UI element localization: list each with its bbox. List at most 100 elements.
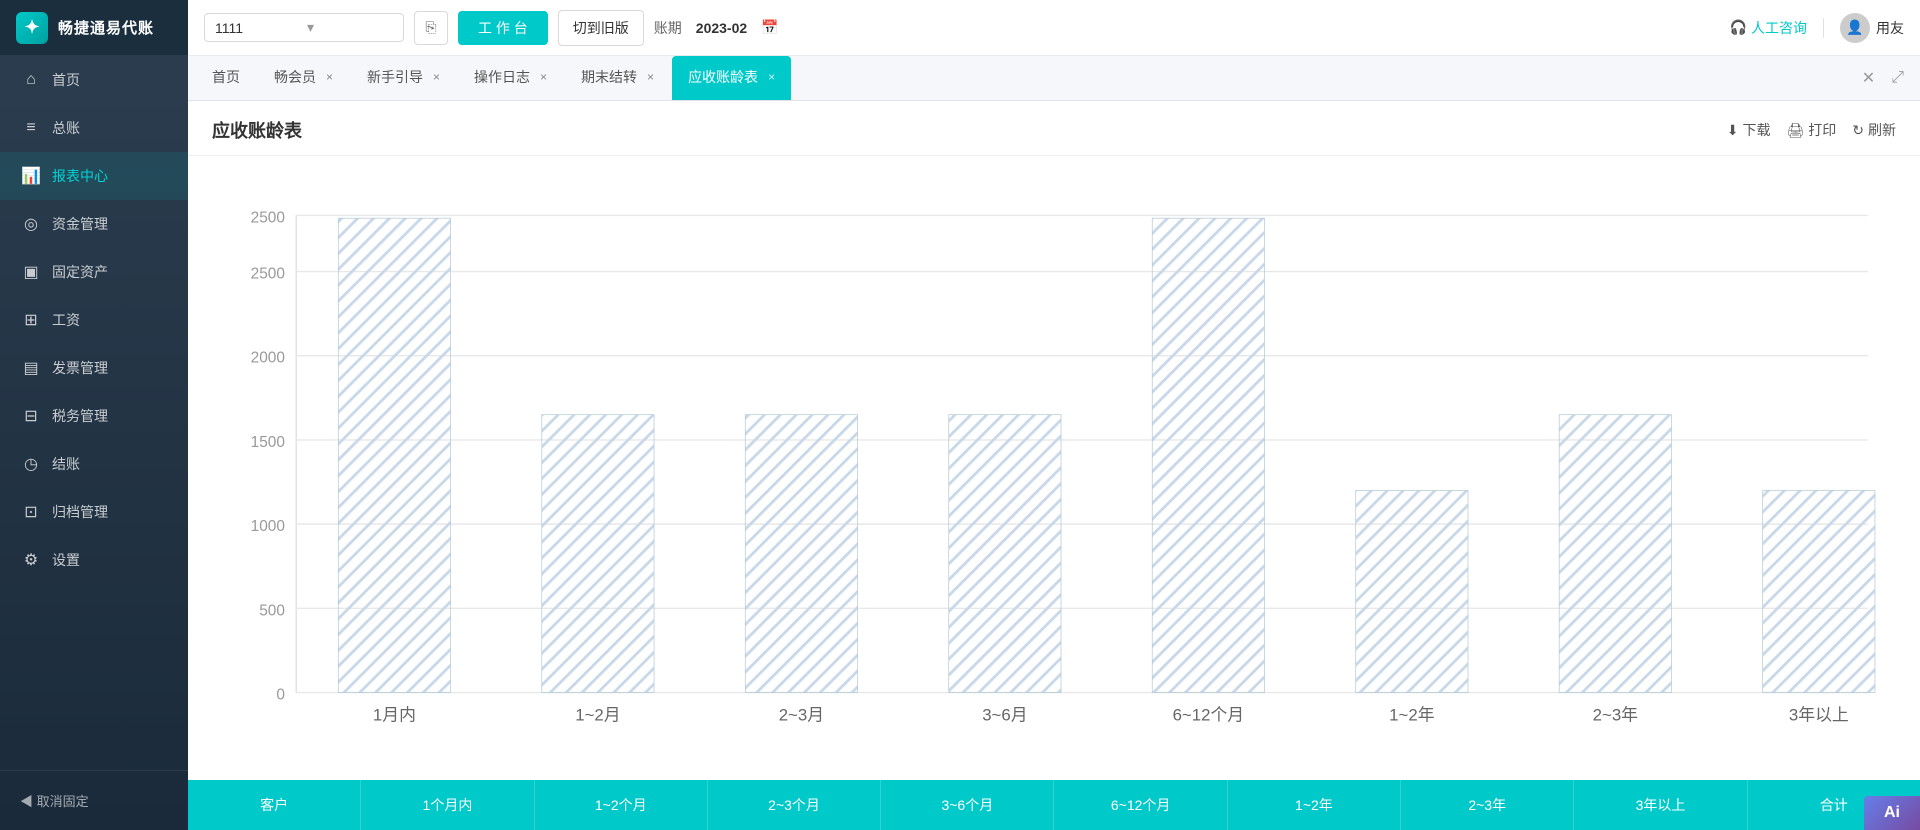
tab-close-aging[interactable]: ×	[768, 70, 775, 84]
switch-old-button[interactable]: 切到旧版	[558, 10, 644, 46]
svg-text:3年以上: 3年以上	[1789, 706, 1849, 725]
bar-month23	[745, 415, 857, 693]
tabs-container: 首页畅会员×新手引导×操作日志×期末结转×应收账龄表×	[196, 56, 791, 100]
topbar-divider	[1823, 18, 1824, 38]
th-year3plus: 3年以上	[1574, 780, 1747, 830]
table-header: 客户1个月内1~2个月2~3个月3~6个月6~12个月1~2年2~3年3年以上合…	[188, 780, 1920, 830]
download-label: 下载	[1742, 120, 1770, 140]
sidebar-icon-salary: ⊞	[20, 309, 42, 331]
svg-text:1~2年: 1~2年	[1389, 706, 1435, 725]
bar-year23	[1559, 415, 1671, 693]
bar-month1	[338, 218, 450, 692]
calendar-icon[interactable]: 📅	[761, 19, 778, 36]
sidebar: ✦ 畅捷通易代账 ⌂ 首页 ≡ 总账 📊 报表中心 ◎ 资金管理 ▣ 固定资产 …	[0, 0, 188, 830]
tab-close-log[interactable]: ×	[540, 70, 547, 84]
sidebar-item-reports[interactable]: 📊 报表中心	[0, 152, 188, 200]
tab-close-period-close[interactable]: ×	[647, 70, 654, 84]
close-tab-icon[interactable]: ✕	[1858, 68, 1879, 88]
page-header: 应收账龄表 ⬇ 下载 🖨 打印 ↻ 刷新	[188, 101, 1920, 156]
bar-month612	[1152, 218, 1264, 692]
bar-month12	[542, 415, 654, 693]
tab-vip[interactable]: 畅会员 ×	[258, 56, 349, 100]
workbench-button[interactable]: 工 作 台	[458, 11, 548, 45]
sidebar-nav: ⌂ 首页 ≡ 总账 📊 报表中心 ◎ 资金管理 ▣ 固定资产 ⊞ 工资 ▤ 发票…	[0, 56, 188, 770]
sidebar-icon-settings: ⚙	[20, 549, 42, 571]
tab-close-vip[interactable]: ×	[326, 70, 333, 84]
sidebar-item-archive[interactable]: ⊡ 归档管理	[0, 488, 188, 536]
sidebar-label-close: 结账	[52, 454, 80, 474]
sidebar-icon-funds: ◎	[20, 213, 42, 235]
tab-actions: ✕ ⤢	[1858, 56, 1912, 100]
sidebar-icon-close: ◷	[20, 453, 42, 475]
svg-text:1500: 1500	[251, 434, 285, 451]
sidebar-label-salary: 工资	[52, 310, 80, 330]
tab-home[interactable]: 首页	[196, 56, 256, 100]
th-customer: 客户	[188, 780, 361, 830]
logo-text: 畅捷通易代账	[58, 17, 154, 38]
sidebar-item-ledger[interactable]: ≡ 总账	[0, 104, 188, 152]
tab-label-home: 首页	[212, 67, 240, 87]
tab-close-guide[interactable]: ×	[433, 70, 440, 84]
sidebar-item-home[interactable]: ⌂ 首页	[0, 56, 188, 104]
chart-container: 0 500 1000 1500 2000 2500 2500 1月内	[188, 156, 1920, 780]
tab-log[interactable]: 操作日志 ×	[458, 56, 563, 100]
ai-badge[interactable]: Ai	[1864, 796, 1920, 830]
sidebar-collapse-btn[interactable]: ◀ 取消固定	[0, 781, 188, 820]
th-month1: 1个月内	[361, 780, 534, 830]
user-info[interactable]: 👤 用友	[1840, 13, 1904, 43]
tab-label-period-close: 期末结转	[581, 67, 637, 87]
bar-year3plus	[1763, 490, 1875, 692]
sidebar-item-salary[interactable]: ⊞ 工资	[0, 296, 188, 344]
print-icon: 🖨	[1786, 122, 1804, 139]
svg-text:2~3月: 2~3月	[779, 706, 824, 725]
download-icon: ⬇	[1727, 122, 1739, 139]
sidebar-icon-assets: ▣	[20, 261, 42, 283]
svg-text:1~2月: 1~2月	[575, 706, 620, 725]
svg-text:1月内: 1月内	[373, 706, 416, 725]
sidebar-label-assets: 固定资产	[52, 262, 108, 282]
topbar-right: 🎧 人工咨询 👤 用友	[1730, 13, 1904, 43]
service-button[interactable]: 🎧 人工咨询	[1730, 18, 1807, 38]
topbar: 1111 ▾ ⎘ 工 作 台 切到旧版 账期 2023-02 📅 🎧 人工咨询 …	[188, 0, 1920, 56]
th-month23: 2~3个月	[708, 780, 881, 830]
svg-text:1000: 1000	[251, 518, 285, 535]
download-button[interactable]: ⬇ 下载	[1727, 120, 1771, 140]
svg-text:2500: 2500	[251, 209, 285, 226]
refresh-button[interactable]: ↻ 刷新	[1852, 120, 1896, 140]
print-button[interactable]: 🖨 打印	[1786, 120, 1836, 140]
content-area: 应收账龄表 ⬇ 下载 🖨 打印 ↻ 刷新	[188, 101, 1920, 830]
tab-label-vip: 畅会员	[274, 67, 316, 87]
collapse-label: ◀ 取消固定	[20, 791, 89, 810]
header-actions: ⬇ 下载 🖨 打印 ↻ 刷新	[1727, 120, 1896, 140]
company-selector[interactable]: 1111 ▾	[204, 13, 404, 42]
sidebar-item-invoice[interactable]: ▤ 发票管理	[0, 344, 188, 392]
sidebar-item-close[interactable]: ◷ 结账	[0, 440, 188, 488]
expand-tab-icon[interactable]: ⤢	[1887, 69, 1908, 87]
tab-aging[interactable]: 应收账龄表 ×	[672, 56, 791, 100]
sidebar-label-archive: 归档管理	[52, 502, 108, 522]
tab-label-log: 操作日志	[474, 67, 530, 87]
sidebar-item-tax[interactable]: ⊟ 税务管理	[0, 392, 188, 440]
sidebar-item-assets[interactable]: ▣ 固定资产	[0, 248, 188, 296]
sidebar-item-funds[interactable]: ◎ 资金管理	[0, 200, 188, 248]
bar-month36	[949, 415, 1061, 693]
th-month12: 1~2个月	[535, 780, 708, 830]
tab-period-close[interactable]: 期末结转 ×	[565, 56, 670, 100]
sidebar-label-reports: 报表中心	[52, 166, 108, 186]
tab-guide[interactable]: 新手引导×	[351, 56, 456, 100]
ai-label: Ai	[1884, 804, 1900, 821]
company-chevron-icon: ▾	[307, 19, 393, 36]
sidebar-icon-tax: ⊟	[20, 405, 42, 427]
sidebar-item-settings[interactable]: ⚙ 设置	[0, 536, 188, 584]
bar-year12	[1356, 490, 1468, 692]
sidebar-label-funds: 资金管理	[52, 214, 108, 234]
headset-icon: 🎧	[1730, 19, 1747, 36]
tab-label-aging: 应收账龄表	[688, 67, 758, 87]
topbar-copy-icon[interactable]: ⎘	[414, 11, 448, 45]
tabbar: 首页畅会员×新手引导×操作日志×期末结转×应收账龄表× ✕ ⤢	[188, 56, 1920, 101]
svg-text:6~12个月: 6~12个月	[1173, 706, 1245, 725]
sidebar-label-tax: 税务管理	[52, 406, 108, 426]
svg-text:500: 500	[259, 602, 285, 619]
sidebar-icon-home: ⌂	[20, 69, 42, 91]
svg-text:3~6月: 3~6月	[982, 706, 1027, 725]
